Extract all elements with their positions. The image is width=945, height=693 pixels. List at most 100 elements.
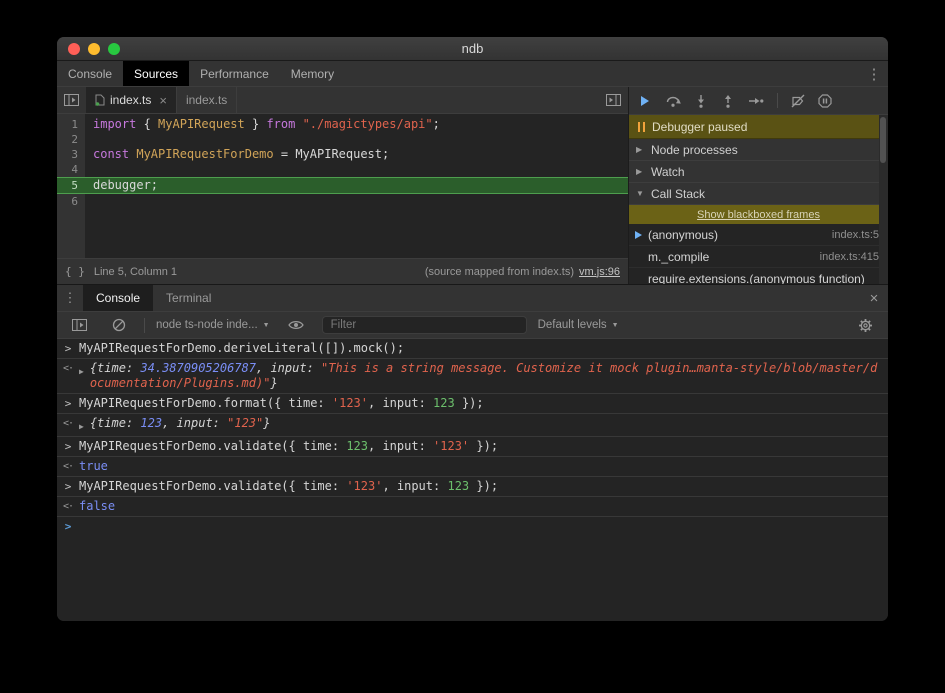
drawer-tab-console[interactable]: Console <box>83 285 154 311</box>
console-result-row[interactable]: <· false <box>57 497 888 517</box>
chevron-down-icon[interactable]: ▼ <box>636 189 645 198</box>
code-line: 6 <box>57 194 628 209</box>
debugger-paused-label: Debugger paused <box>652 119 748 134</box>
log-levels-selector[interactable]: Default levels ▼ <box>538 319 619 331</box>
console-command-text: MyAPIRequestForDemo.validate({ time: '12… <box>79 479 499 493</box>
window-title: ndb <box>461 41 484 56</box>
call-stack-list: (anonymous) index.ts:5 m._compile index.… <box>629 224 888 284</box>
console-command-text: MyAPIRequestForDemo.deriveLiteral([]).mo… <box>79 341 405 355</box>
console-result-row[interactable]: <· ▶ {time: 34.3870905206787, input: "Th… <box>57 359 888 394</box>
frame-location: index.ts:415 <box>819 250 879 263</box>
frame-location: index.ts:5 <box>831 228 879 241</box>
console-messages[interactable]: > MyAPIRequestForDemo.deriveLiteral([]).… <box>57 339 888 621</box>
tab-performance[interactable]: Performance <box>189 61 280 86</box>
pretty-print-button[interactable]: { } <box>65 265 85 278</box>
source-map-note: (source mapped from index.ts) vm.js:96 <box>425 266 620 278</box>
console-settings-button[interactable] <box>851 318 880 333</box>
console-prompt-row[interactable]: > <box>57 517 888 536</box>
section-watch[interactable]: ▶ Watch <box>629 161 888 183</box>
section-node-processes[interactable]: ▶ Node processes <box>629 139 888 161</box>
deactivate-breakpoints-button[interactable] <box>791 94 805 108</box>
show-blackboxed-frames-link[interactable]: Show blackboxed frames <box>629 205 888 224</box>
clear-console-button[interactable] <box>105 318 133 332</box>
editor-tab-bar: index.ts × index.ts <box>57 87 628 114</box>
command-chevron-icon: > <box>64 342 72 355</box>
frame-name: require.extensions.(anonymous function) <box>648 271 865 285</box>
code-line: 2 <box>57 132 628 147</box>
command-chevron-icon: > <box>64 480 72 493</box>
scrollbar-thumb[interactable] <box>880 117 886 163</box>
expand-triangle-icon[interactable]: ▶ <box>79 419 84 434</box>
show-navigator-button[interactable] <box>57 87 86 113</box>
call-stack-frame[interactable]: require.extensions.(anonymous function) <box>629 268 888 285</box>
line-number-gutter[interactable]: 1 <box>57 117 85 132</box>
ndb-window: ndb Console Sources Performance Memory ⋮… <box>57 37 888 621</box>
code-line: 3 const MyAPIRequestForDemo = MyAPIReque… <box>57 147 628 162</box>
traffic-lights <box>68 42 120 55</box>
execution-context-selector[interactable]: node ts-node inde... ▼ <box>156 319 270 331</box>
file-tab-index-ts[interactable]: index.ts <box>177 87 238 113</box>
console-command-row[interactable]: > MyAPIRequestForDemo.validate({ time: '… <box>57 477 888 497</box>
pause-on-exceptions-button[interactable] <box>818 93 832 108</box>
close-tab-icon[interactable]: × <box>159 93 167 108</box>
clear-console-icon <box>112 318 126 332</box>
line-number-gutter[interactable]: 4 <box>57 162 85 177</box>
chevron-right-icon[interactable]: ▶ <box>636 145 645 154</box>
sources-panel: index.ts × index.ts 1 import { MyAPIRequ… <box>57 87 888 284</box>
console-command-row[interactable]: > MyAPIRequestForDemo.validate({ time: 1… <box>57 437 888 457</box>
call-stack-frame-current[interactable]: (anonymous) index.ts:5 <box>629 224 888 246</box>
minimize-window-button[interactable] <box>88 42 100 55</box>
line-number-gutter[interactable]: 3 <box>57 147 85 162</box>
result-arrow-icon: <· <box>62 501 74 512</box>
editor-column: index.ts × index.ts 1 import { MyAPIRequ… <box>57 87 628 284</box>
show-console-sidebar-button[interactable] <box>65 319 94 331</box>
debugger-scrollbar[interactable] <box>879 115 888 284</box>
more-options-icon[interactable]: ⋮ <box>860 61 888 86</box>
debugger-sidebar: Debugger paused ▶ Node processes ▶ Watch… <box>628 87 888 284</box>
code-editor[interactable]: 1 import { MyAPIRequest } from "./magict… <box>57 114 628 258</box>
drawer-menu-icon[interactable]: ⋮ <box>57 285 83 311</box>
zoom-window-button[interactable] <box>108 42 120 55</box>
resume-button[interactable] <box>638 94 652 108</box>
result-arrow-icon: <· <box>62 461 74 472</box>
line-number-gutter[interactable]: 6 <box>57 194 85 209</box>
more-tabs-button[interactable] <box>599 87 628 113</box>
step-out-button[interactable] <box>721 94 735 108</box>
console-result-row[interactable]: <· ▶ {time: 123, input: "123"} <box>57 414 888 437</box>
source-map-link[interactable]: vm.js:96 <box>579 266 620 278</box>
expand-triangle-icon[interactable]: ▶ <box>79 364 84 379</box>
console-result-row[interactable]: <· true <box>57 457 888 477</box>
file-tab-index-ts-active[interactable]: index.ts × <box>86 87 177 113</box>
filter-input[interactable] <box>321 316 527 334</box>
call-stack-frame[interactable]: m._compile index.ts:415 <box>629 246 888 268</box>
console-command-row[interactable]: > MyAPIRequestForDemo.deriveLiteral([]).… <box>57 339 888 359</box>
drawer-tab-terminal[interactable]: Terminal <box>153 285 224 311</box>
console-toolbar: node ts-node inde... ▼ Default levels ▼ <box>57 312 888 339</box>
window-titlebar[interactable]: ndb <box>57 37 888 61</box>
line-number-gutter[interactable]: 5 <box>57 178 85 193</box>
drawer-tab-spacer <box>224 285 860 311</box>
console-result-text: false <box>79 499 116 513</box>
pause-on-exceptions-icon <box>818 93 832 108</box>
close-drawer-icon[interactable]: × <box>860 285 888 311</box>
console-command-row[interactable]: > MyAPIRequestForDemo.format({ time: '12… <box>57 394 888 414</box>
tab-memory[interactable]: Memory <box>280 61 345 86</box>
drawer-tab-bar: ⋮ Console Terminal × <box>57 285 888 312</box>
step-out-icon <box>725 94 731 108</box>
step-over-button[interactable] <box>665 94 681 108</box>
line-number-gutter[interactable]: 2 <box>57 132 85 147</box>
step-into-icon <box>698 94 704 108</box>
source-map-text: (source mapped from index.ts) <box>424 265 575 278</box>
file-tab-label: index.ts <box>110 93 152 107</box>
close-window-button[interactable] <box>68 42 80 55</box>
chevron-right-icon[interactable]: ▶ <box>636 167 645 176</box>
current-frame-arrow-icon <box>635 230 642 239</box>
tab-console[interactable]: Console <box>57 61 123 86</box>
section-call-stack[interactable]: ▼ Call Stack <box>629 183 888 205</box>
blackboxed-link-label: Show blackboxed frames <box>697 208 820 221</box>
step-into-button[interactable] <box>694 94 708 108</box>
live-expression-button[interactable] <box>281 319 311 331</box>
step-button[interactable] <box>748 94 764 108</box>
tab-sources[interactable]: Sources <box>123 61 190 86</box>
